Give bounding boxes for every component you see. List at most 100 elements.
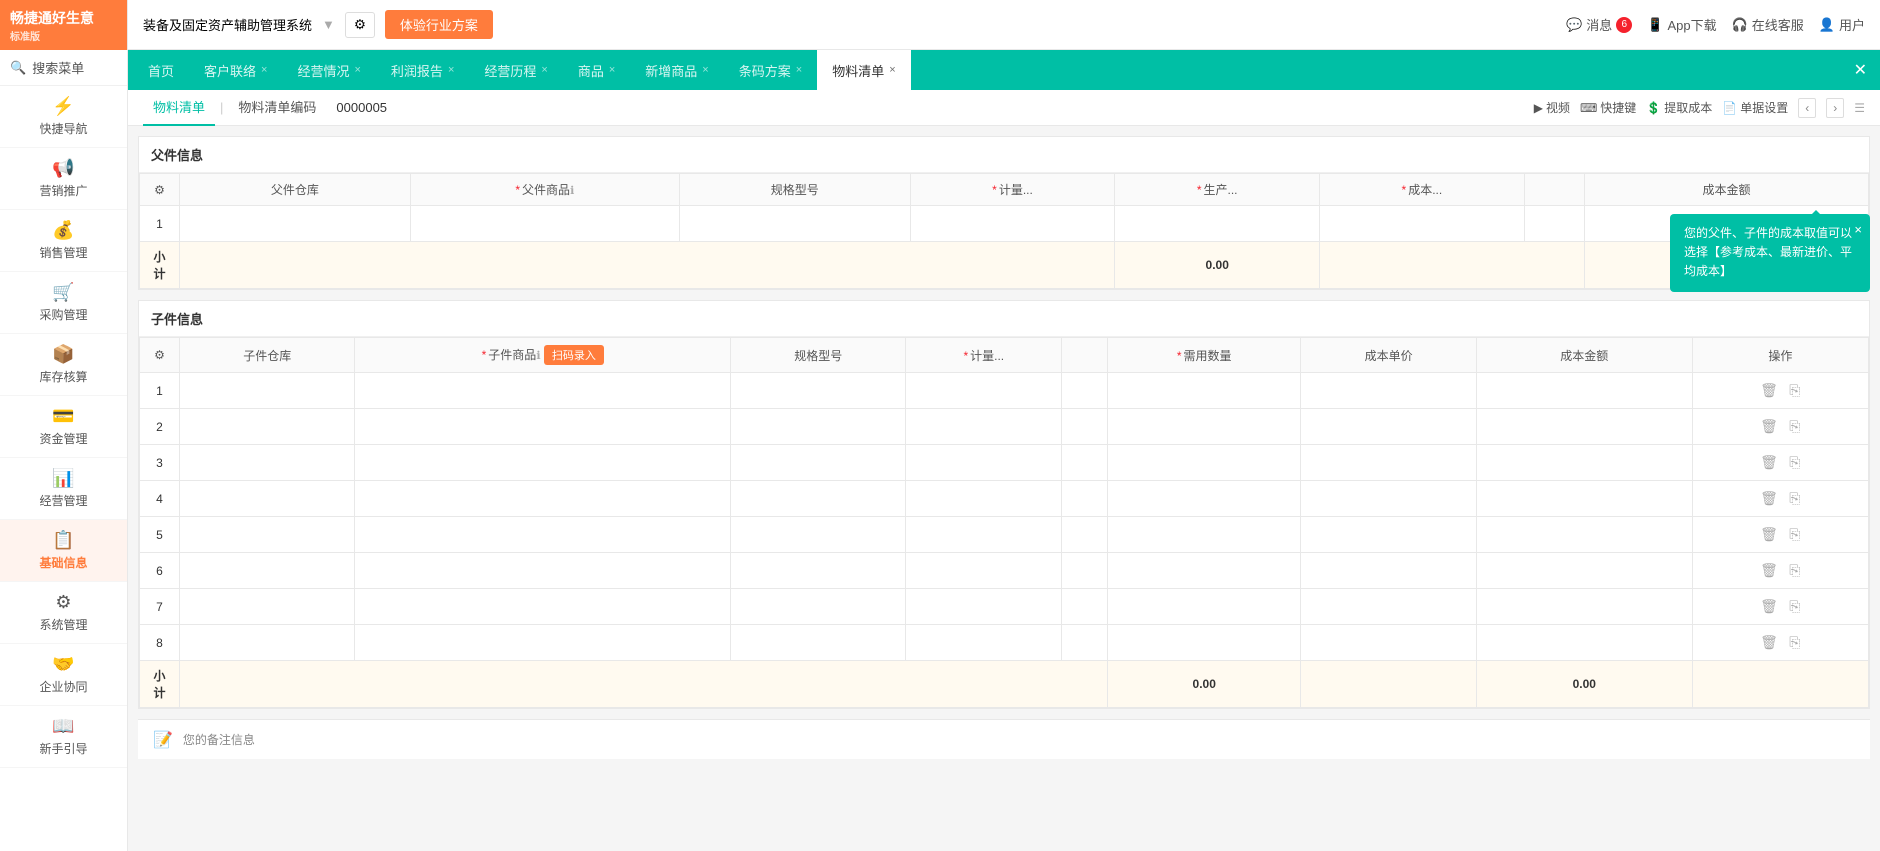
child-row-1-copy[interactable]: ⎘ <box>1785 380 1804 401</box>
child-row-4-spec[interactable] <box>731 481 906 517</box>
child-row-7-delete[interactable]: 🗑 <box>1756 596 1782 617</box>
child-row-8-warehouse[interactable] <box>180 625 355 661</box>
tooltip-close[interactable]: × <box>1854 220 1862 241</box>
child-row-6-spec[interactable] <box>731 553 906 589</box>
child-row-6-goods[interactable] <box>355 553 731 589</box>
child-row-8-copy[interactable]: ⎘ <box>1785 632 1804 653</box>
user-item[interactable]: 👤 用户 <box>1819 15 1865 34</box>
child-row-6-unit-cost[interactable] <box>1301 553 1476 589</box>
child-row-2-copy[interactable]: ⎘ <box>1785 416 1804 437</box>
child-row-6-copy[interactable]: ⎘ <box>1785 560 1804 581</box>
sidebar-item-basic[interactable]: 📋 基础信息 <box>0 520 127 582</box>
child-row-4-delete[interactable]: 🗑 <box>1756 488 1782 509</box>
child-row-6-warehouse[interactable] <box>180 553 355 589</box>
note-icon[interactable]: 📝 <box>153 730 173 750</box>
sidebar-item-finance[interactable]: 💳 资金管理 <box>0 396 127 458</box>
sidebar-item-inventory[interactable]: 📦 库存核算 <box>0 334 127 396</box>
child-row-5-goods[interactable] <box>355 517 731 553</box>
tab-customer-close[interactable]: × <box>261 64 267 76</box>
gear-button[interactable]: ⚙ <box>345 12 375 38</box>
app-download-item[interactable]: 📱 App下载 <box>1647 15 1716 34</box>
child-row-7-warehouse[interactable] <box>180 589 355 625</box>
tab-history[interactable]: 经营历程 × <box>469 50 562 90</box>
child-row-4-warehouse[interactable] <box>180 481 355 517</box>
sidebar-item-system[interactable]: ⚙ 系统管理 <box>0 582 127 644</box>
sidebar-item-marketing[interactable]: 📢 营销推广 <box>0 148 127 210</box>
tab-profit[interactable]: 利润报告 × <box>376 50 469 90</box>
child-row-7-goods[interactable] <box>355 589 731 625</box>
child-row-4-copy[interactable]: ⎘ <box>1785 488 1804 509</box>
list-view-icon[interactable]: ☰ <box>1854 101 1865 115</box>
tab-operation-close[interactable]: × <box>354 64 360 76</box>
tab-barcode-close[interactable]: × <box>796 64 802 76</box>
child-row-5-qty[interactable] <box>1107 517 1300 553</box>
video-item[interactable]: ▶ 视频 <box>1534 99 1570 116</box>
tab-home[interactable]: 首页 <box>133 50 189 90</box>
child-row-1-unit[interactable] <box>906 373 1062 409</box>
child-row-6-unit[interactable] <box>906 553 1062 589</box>
child-row-2-qty[interactable] <box>1107 409 1300 445</box>
parent-row-1-unit[interactable] <box>910 206 1115 242</box>
child-row-7-unit[interactable] <box>906 589 1062 625</box>
child-row-8-unit[interactable] <box>906 625 1062 661</box>
child-row-3-unit[interactable] <box>906 445 1062 481</box>
child-row-8-unit-cost[interactable] <box>1301 625 1476 661</box>
parent-row-1-produce[interactable] <box>1115 206 1320 242</box>
child-row-7-spec[interactable] <box>731 589 906 625</box>
child-row-5-warehouse[interactable] <box>180 517 355 553</box>
next-arrow[interactable]: › <box>1826 98 1844 118</box>
child-row-4-qty[interactable] <box>1107 481 1300 517</box>
child-row-7-copy[interactable]: ⎘ <box>1785 596 1804 617</box>
doc-settings-item[interactable]: 📄 单据设置 <box>1722 99 1788 116</box>
subtab-bom-code[interactable]: 物料清单编码 <box>228 90 326 126</box>
sidebar-item-guide[interactable]: 📖 新手引导 <box>0 706 127 768</box>
child-row-7-unit-cost[interactable] <box>1301 589 1476 625</box>
trial-button[interactable]: 体验行业方案 <box>385 10 493 39</box>
scan-button[interactable]: 扫码录入 <box>544 345 604 365</box>
child-row-3-unit-cost[interactable] <box>1301 445 1476 481</box>
child-row-3-spec[interactable] <box>731 445 906 481</box>
child-row-1-spec[interactable] <box>731 373 906 409</box>
child-row-6-delete[interactable]: 🗑 <box>1756 560 1782 581</box>
tab-bom-close[interactable]: × <box>889 64 895 76</box>
child-row-2-delete[interactable]: 🗑 <box>1756 416 1782 437</box>
child-row-1-unit-cost[interactable] <box>1301 373 1476 409</box>
child-row-3-copy[interactable]: ⎘ <box>1785 452 1804 473</box>
child-row-4-unit[interactable] <box>906 481 1062 517</box>
child-col-settings[interactable]: ⚙ <box>140 338 180 373</box>
child-row-6-qty[interactable] <box>1107 553 1300 589</box>
message-item[interactable]: 💬 消息 6 <box>1566 15 1632 34</box>
child-row-5-delete[interactable]: 🗑 <box>1756 524 1782 545</box>
child-row-4-unit-cost[interactable] <box>1301 481 1476 517</box>
child-row-5-spec[interactable] <box>731 517 906 553</box>
prev-arrow[interactable]: ‹ <box>1798 98 1816 118</box>
sidebar-item-operation[interactable]: 📊 经营管理 <box>0 458 127 520</box>
online-service-item[interactable]: 🎧 在线客服 <box>1732 15 1804 34</box>
child-row-1-qty[interactable] <box>1107 373 1300 409</box>
close-all-tabs[interactable]: ✕ <box>1846 60 1875 80</box>
child-row-7-qty[interactable] <box>1107 589 1300 625</box>
child-row-8-delete[interactable]: 🗑 <box>1756 632 1782 653</box>
child-row-1-delete[interactable]: 🗑 <box>1756 380 1782 401</box>
sidebar-item-sales[interactable]: 💰 销售管理 <box>0 210 127 272</box>
tab-bom[interactable]: 物料清单 × <box>817 50 910 90</box>
shortcut-item[interactable]: ⌨ 快捷键 <box>1580 99 1636 116</box>
child-row-2-unit[interactable] <box>906 409 1062 445</box>
child-row-5-unit[interactable] <box>906 517 1062 553</box>
parent-row-1-spec[interactable] <box>679 206 910 242</box>
sidebar-item-purchase[interactable]: 🛒 采购管理 <box>0 272 127 334</box>
child-row-2-goods[interactable] <box>355 409 731 445</box>
tab-barcode[interactable]: 条码方案 × <box>724 50 817 90</box>
child-row-2-unit-cost[interactable] <box>1301 409 1476 445</box>
tab-goods-close[interactable]: × <box>609 64 615 76</box>
subtab-bom-list[interactable]: 物料清单 <box>143 90 215 126</box>
tab-new-goods-close[interactable]: × <box>702 64 708 76</box>
child-row-5-unit-cost[interactable] <box>1301 517 1476 553</box>
child-row-4-goods[interactable] <box>355 481 731 517</box>
child-row-1-warehouse[interactable] <box>180 373 355 409</box>
tab-operation[interactable]: 经营情况 × <box>282 50 375 90</box>
parent-col-settings[interactable]: ⚙ <box>140 174 180 206</box>
child-row-5-copy[interactable]: ⎘ <box>1785 524 1804 545</box>
child-row-3-warehouse[interactable] <box>180 445 355 481</box>
tab-new-goods[interactable]: 新增商品 × <box>630 50 723 90</box>
